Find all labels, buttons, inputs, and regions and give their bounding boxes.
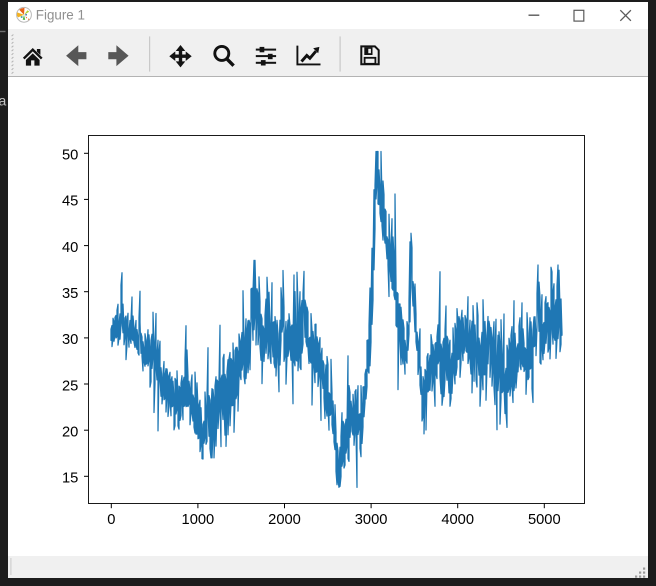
svg-text:4000: 4000 [441,512,474,528]
svg-text:0: 0 [107,512,115,528]
svg-text:Figure 1: Figure 1 [36,7,85,22]
svg-text:45: 45 [62,194,78,210]
svg-text:35: 35 [62,286,78,302]
svg-text:1000: 1000 [182,512,215,528]
svg-text:3000: 3000 [355,512,388,528]
svg-text:40: 40 [62,240,78,256]
svg-text:20: 20 [62,425,78,441]
svg-text:a: a [0,93,7,109]
svg-text:50: 50 [62,148,78,164]
svg-text:25: 25 [62,378,78,394]
svg-text:30: 30 [62,332,78,348]
svg-text:2000: 2000 [268,512,301,528]
svg-text:15: 15 [62,471,78,487]
svg-text:5000: 5000 [528,512,561,528]
